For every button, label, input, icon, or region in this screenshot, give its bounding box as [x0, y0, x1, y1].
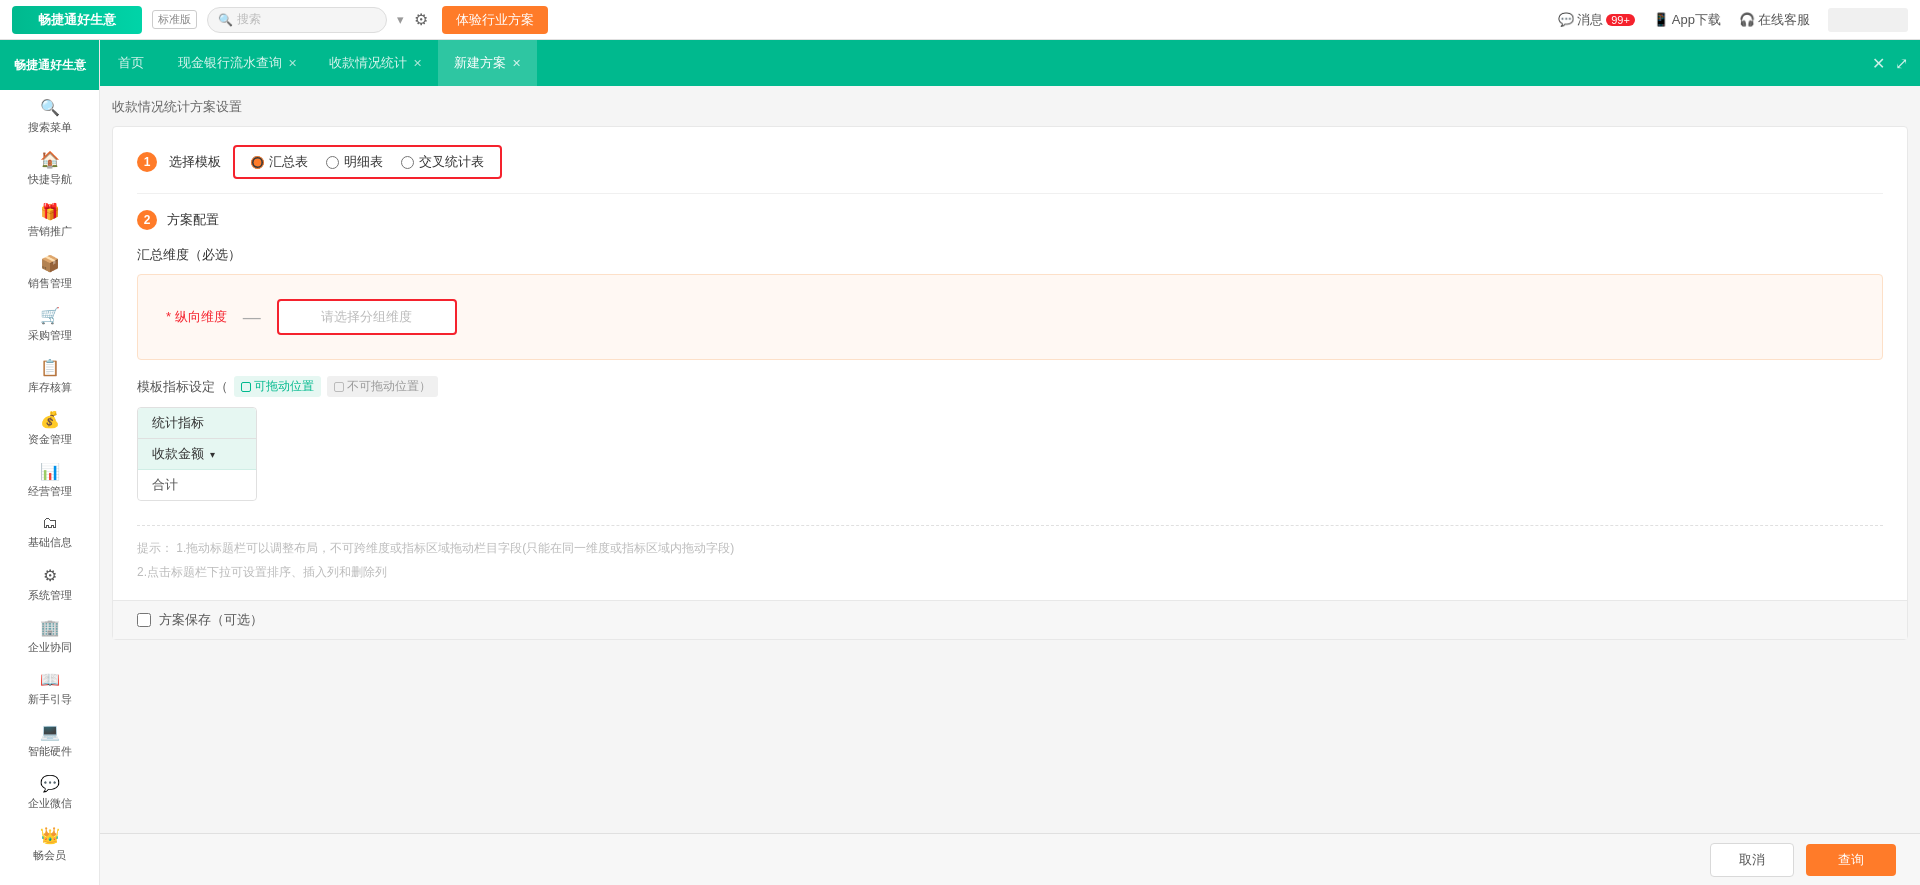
tab-home[interactable]: 首页	[100, 40, 162, 86]
sidebar-item-guide[interactable]: 📖 新手引导	[0, 662, 99, 714]
sidebar-item-search[interactable]: 🔍 搜索菜单	[0, 90, 99, 142]
save-label: 方案保存（可选）	[159, 611, 263, 629]
dim-arrow: —	[243, 307, 261, 328]
sidebar-item-enterprise[interactable]: 🏢 企业协同	[0, 610, 99, 662]
total-row: 合计	[138, 470, 256, 500]
indicator-section: 模板指标设定（ 可拖动位置 不可拖动位置）	[137, 376, 1883, 501]
gift-icon: 🎁	[40, 202, 60, 221]
tab-expand-icon[interactable]: ⤢	[1895, 54, 1908, 73]
sidebar-item-base[interactable]: 🗂 基础信息	[0, 506, 99, 558]
message-icon[interactable]: 💬 消息 99+	[1558, 11, 1635, 29]
sidebar-item-hardware[interactable]: 💻 智能硬件	[0, 714, 99, 766]
non-draggable-tag: 不可拖动位置）	[327, 376, 438, 397]
sidebar-item-stock[interactable]: 📋 库存核算	[0, 350, 99, 402]
tab-bank[interactable]: 现金银行流水查询 ✕	[162, 40, 313, 86]
dropdown-icon[interactable]: ▾	[397, 12, 404, 27]
sidebar-item-member[interactable]: 👑 畅会员	[0, 818, 99, 870]
operation-icon: 📊	[40, 462, 60, 481]
cancel-button[interactable]: 取消	[1710, 843, 1794, 877]
template-selection-box: 汇总表 明细表 交叉统计表	[233, 145, 502, 179]
hardware-icon: 💻	[40, 722, 60, 741]
step2-label: 方案配置	[167, 211, 219, 229]
tab-new-plan-close[interactable]: ✕	[512, 57, 521, 70]
draggable-tag: 可拖动位置	[234, 376, 321, 397]
radio-cross[interactable]: 交叉统计表	[401, 153, 484, 171]
dim-selector[interactable]: 请选择分组维度	[277, 299, 457, 335]
chevron-down-icon: ▾	[210, 449, 215, 460]
edition-badge: 标准版	[152, 10, 197, 29]
indicator-label: 模板指标设定（	[137, 378, 228, 396]
user-avatar[interactable]	[1828, 8, 1908, 32]
sidebar-item-wechat[interactable]: 💬 企业微信	[0, 766, 99, 818]
sidebar-logo: 畅捷通好生意	[12, 6, 142, 34]
sidebar-item-finance[interactable]: 💰 资金管理	[0, 402, 99, 454]
guide-icon: 📖	[40, 670, 60, 689]
sidebar-item-marketing[interactable]: 🎁 营销推广	[0, 194, 99, 246]
tip-line-1: 提示： 1.拖动标题栏可以调整布局，不可跨维度或指标区域拖动栏目字段(只能在同一…	[137, 536, 1883, 560]
sidebar-item-purchase[interactable]: 🛒 采购管理	[0, 298, 99, 350]
radio-detail[interactable]: 明细表	[326, 153, 383, 171]
sidebar-item-operation[interactable]: 📊 经营管理	[0, 454, 99, 506]
member-icon: 👑	[40, 826, 60, 845]
query-button[interactable]: 查询	[1806, 844, 1896, 876]
tab-collection-close[interactable]: ✕	[413, 57, 422, 70]
dim-section-label: 汇总维度（必选）	[137, 246, 1883, 264]
base-icon: 🗂	[42, 514, 58, 532]
settings-icon[interactable]: ⚙	[414, 10, 428, 29]
save-checkbox[interactable]	[137, 613, 151, 627]
home-icon: 🏠	[40, 150, 60, 169]
sales-icon: 📦	[40, 254, 60, 273]
stat-indicator-header: 统计指标	[138, 408, 256, 439]
system-icon: ⚙	[43, 566, 57, 585]
radio-summary[interactable]: 汇总表	[251, 153, 308, 171]
sidebar-item-system[interactable]: ⚙ 系统管理	[0, 558, 99, 610]
wechat-icon: 💬	[40, 774, 60, 793]
step2-badge: 2	[137, 210, 157, 230]
tab-collection[interactable]: 收款情况统计 ✕	[313, 40, 438, 86]
step1-label: 选择模板	[169, 153, 221, 171]
tips-section: 提示： 1.拖动标题栏可以调整布局，不可跨维度或指标区域拖动栏目字段(只能在同一…	[137, 525, 1883, 584]
brand-logo: 畅捷通好生意	[0, 40, 99, 90]
collection-amount-col[interactable]: 收款金额 ▾	[138, 439, 256, 469]
stock-icon: 📋	[40, 358, 60, 377]
indicator-table: 统计指标 收款金额 ▾ 合计	[137, 407, 257, 501]
tab-close-window[interactable]: ✕	[1872, 54, 1885, 73]
search-bar: 🔍 搜索	[207, 7, 387, 33]
tab-bank-close[interactable]: ✕	[288, 57, 297, 70]
message-badge: 99+	[1606, 14, 1635, 26]
app-download[interactable]: 📱 App下载	[1653, 11, 1721, 29]
trial-button[interactable]: 体验行业方案	[442, 6, 548, 34]
enterprise-icon: 🏢	[40, 618, 60, 637]
step1-badge: 1	[137, 152, 157, 172]
sidebar-item-quick-nav[interactable]: 🏠 快捷导航	[0, 142, 99, 194]
vertical-dim-label: * 纵向维度	[166, 308, 227, 326]
dimension-area: * 纵向维度 — 请选择分组维度	[137, 274, 1883, 360]
sidebar-item-sales[interactable]: 📦 销售管理	[0, 246, 99, 298]
tip-line-2: 2.点击标题栏下拉可设置排序、插入列和删除列	[137, 560, 1883, 584]
page-title: 收款情况统计方案设置	[112, 98, 1908, 116]
online-service[interactable]: 🎧 在线客服	[1739, 11, 1810, 29]
purchase-icon: 🛒	[40, 306, 60, 325]
search-icon: 🔍	[40, 98, 60, 117]
finance-icon: 💰	[40, 410, 60, 429]
tab-new-plan[interactable]: 新建方案 ✕	[438, 40, 537, 86]
